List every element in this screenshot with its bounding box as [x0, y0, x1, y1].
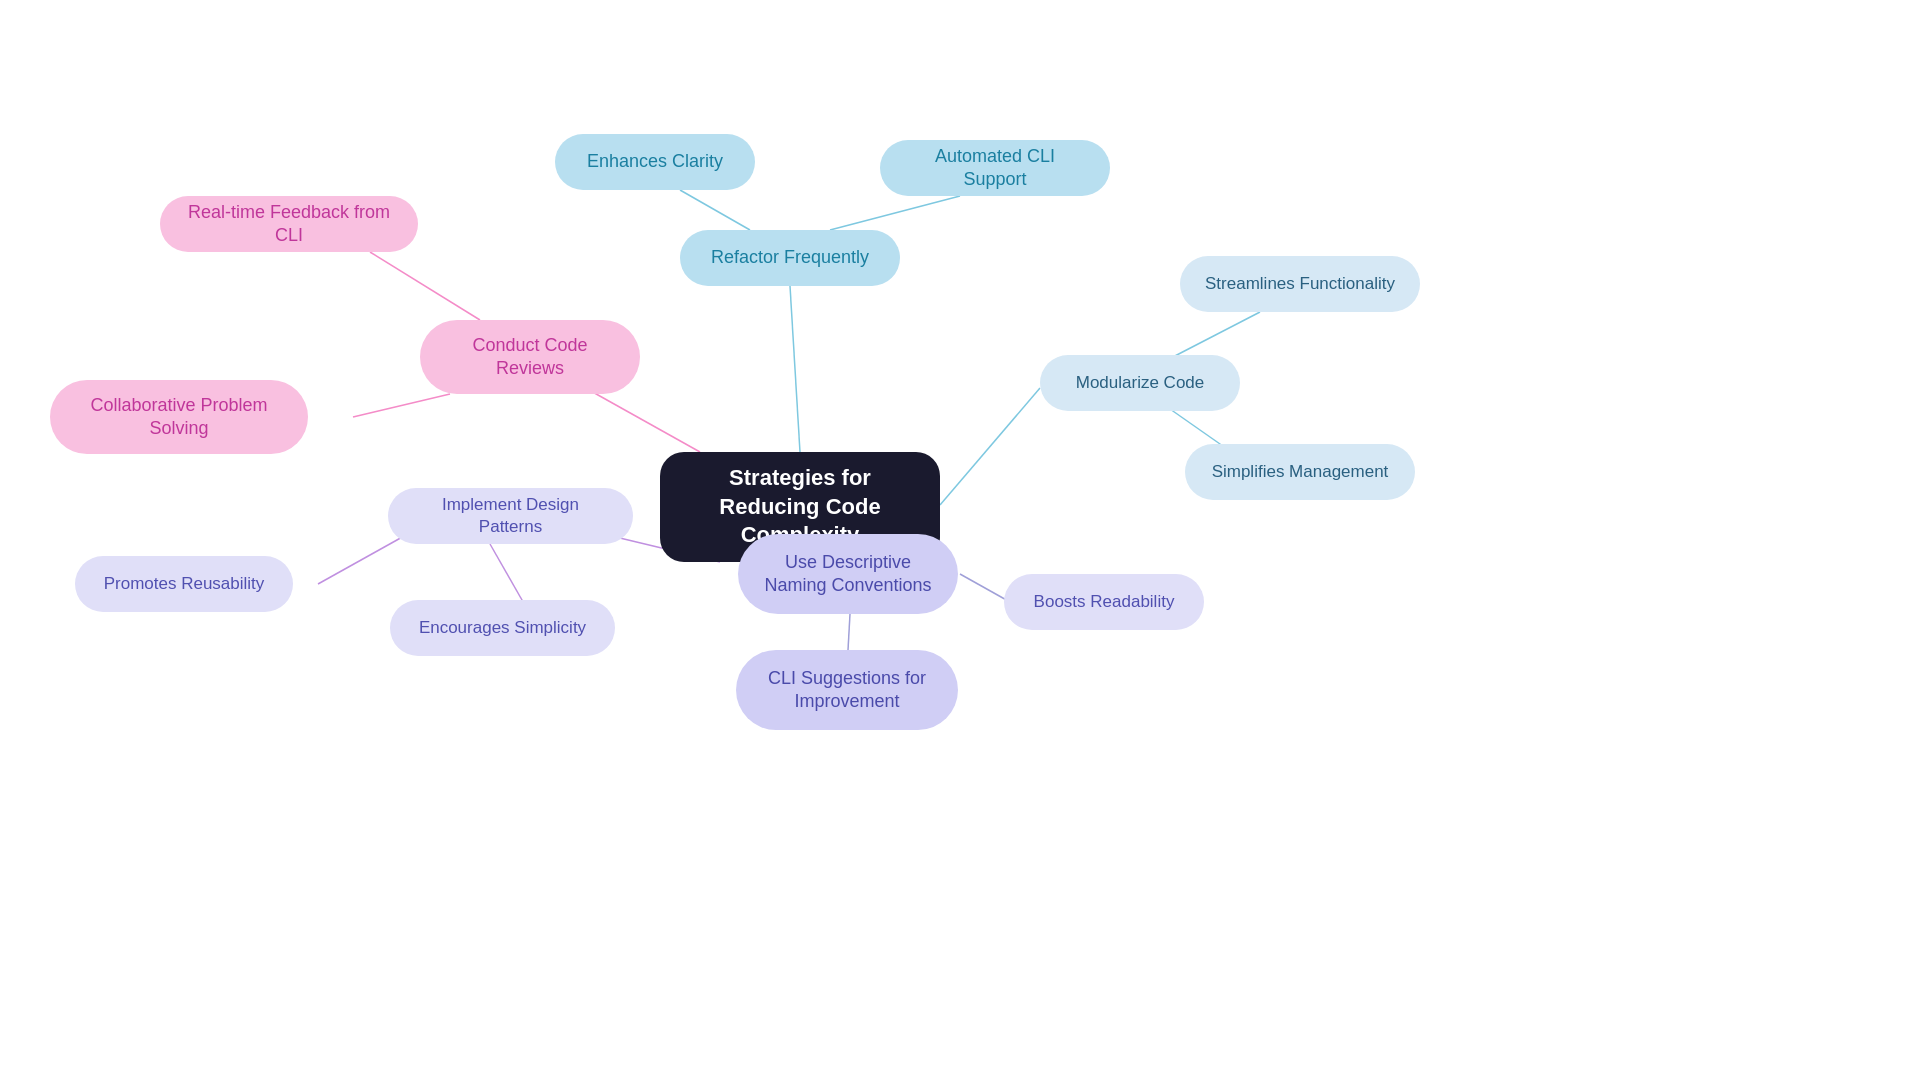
svg-line-0	[790, 286, 800, 452]
encourages-simplicity-node[interactable]: Encourages Simplicity	[390, 600, 615, 656]
svg-line-5	[680, 190, 750, 230]
enhances-clarity-node[interactable]: Enhances Clarity	[555, 134, 755, 190]
svg-line-7	[370, 252, 480, 320]
promotes-reusability-node[interactable]: Promotes Reusability	[75, 556, 293, 612]
boosts-readability-node[interactable]: Boosts Readability	[1004, 574, 1204, 630]
svg-line-2	[940, 388, 1040, 505]
use-descriptive-naming-node[interactable]: Use Descriptive Naming Conventions	[738, 534, 958, 614]
conduct-code-reviews-node[interactable]: Conduct Code Reviews	[420, 320, 640, 394]
svg-line-8	[353, 394, 450, 417]
simplifies-management-node[interactable]: Simplifies Management	[1185, 444, 1415, 500]
svg-line-14	[848, 614, 850, 650]
automated-cli-node[interactable]: Automated CLI Support	[880, 140, 1110, 196]
svg-line-13	[960, 574, 1010, 602]
realtime-feedback-node[interactable]: Real-time Feedback from CLI	[160, 196, 418, 252]
cli-suggestions-node[interactable]: CLI Suggestions for Improvement	[736, 650, 958, 730]
refactor-frequently-node[interactable]: Refactor Frequently	[680, 230, 900, 286]
svg-line-6	[830, 196, 960, 230]
collaborative-problem-solving-node[interactable]: Collaborative Problem Solving	[50, 380, 308, 454]
implement-design-patterns-node[interactable]: Implement Design Patterns	[388, 488, 633, 544]
modularize-code-node[interactable]: Modularize Code	[1040, 355, 1240, 411]
streamlines-functionality-node[interactable]: Streamlines Functionality	[1180, 256, 1420, 312]
